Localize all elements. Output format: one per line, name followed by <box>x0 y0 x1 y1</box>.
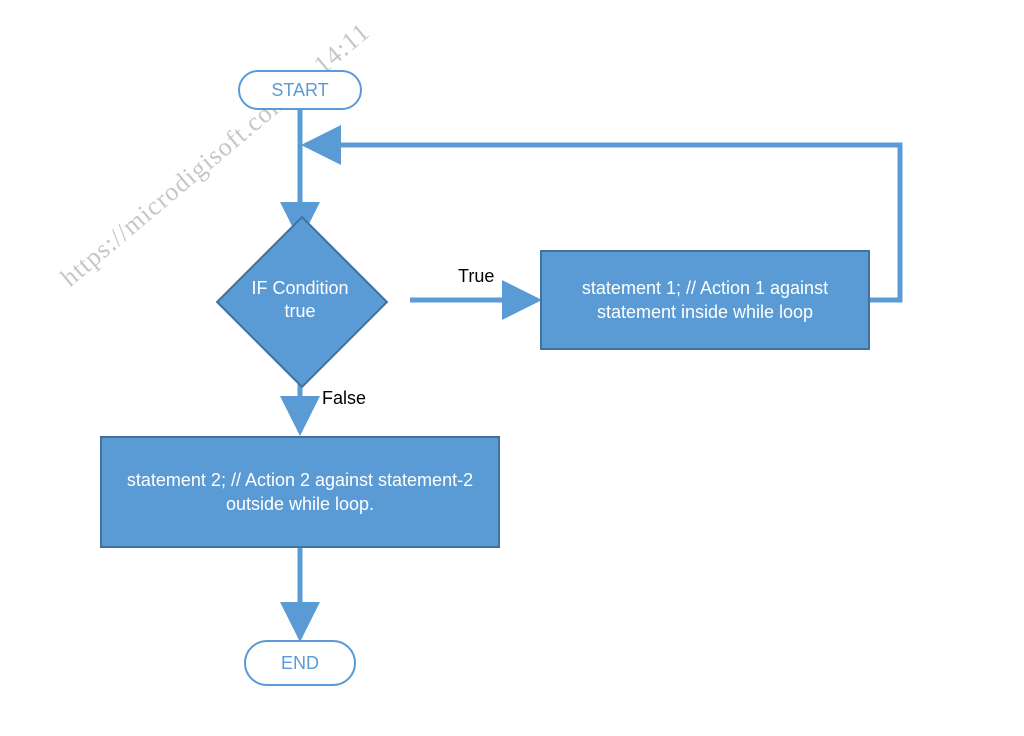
decision-label: IF Condition true <box>214 214 386 386</box>
action2-node: statement 2; // Action 2 against stateme… <box>100 436 500 548</box>
start-node: START <box>238 70 362 110</box>
action1-node: statement 1; // Action 1 against stateme… <box>540 250 870 350</box>
edge-label-true: True <box>458 266 494 287</box>
decision-node: IF Condition true <box>214 214 386 386</box>
action1-label: statement 1; // Action 1 against stateme… <box>552 276 858 325</box>
end-label: END <box>281 653 319 674</box>
start-label: START <box>271 80 328 101</box>
flow-connectors <box>0 0 1024 736</box>
end-node: END <box>244 640 356 686</box>
edge-label-false: False <box>322 388 366 409</box>
action2-label: statement 2; // Action 2 against stateme… <box>112 468 488 517</box>
